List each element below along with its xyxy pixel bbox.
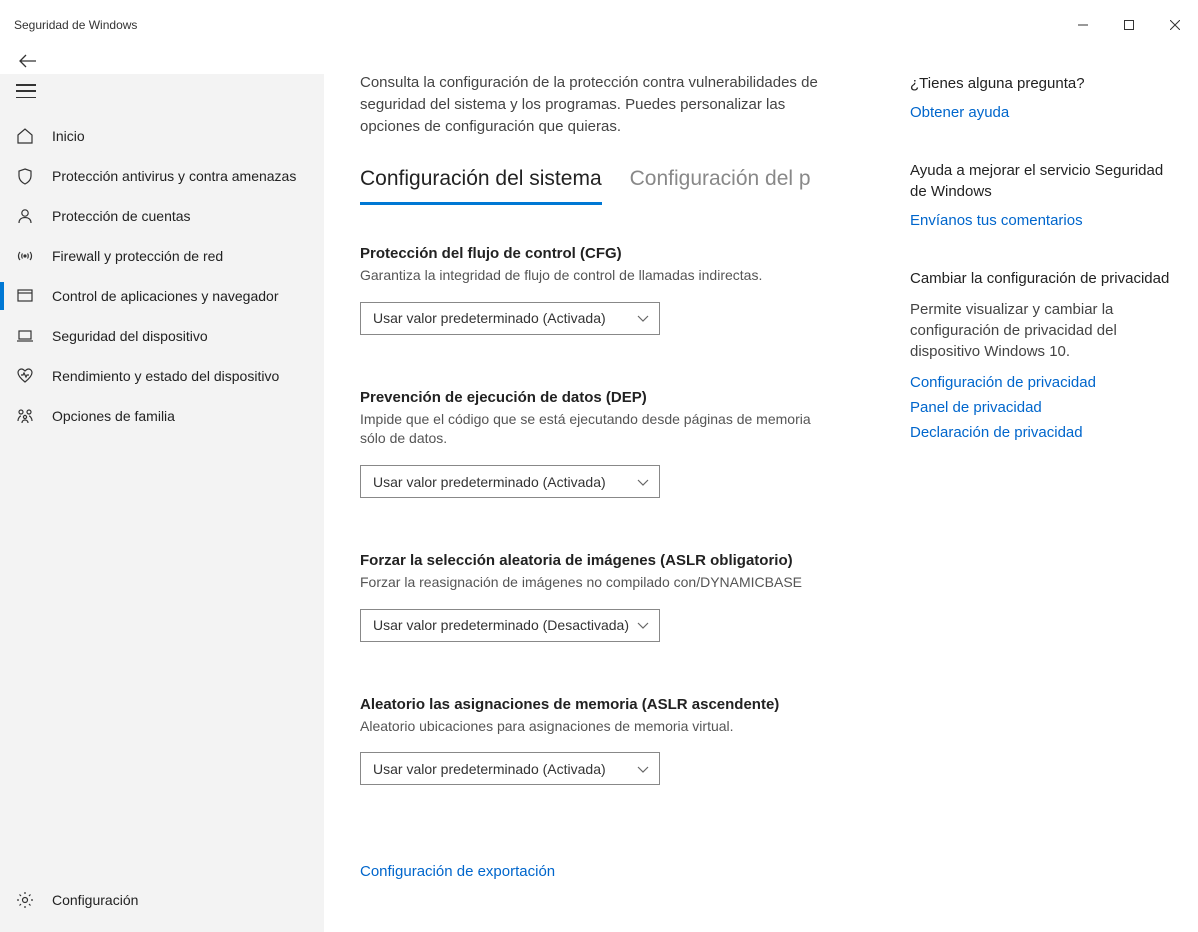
setting-aslr-bottomup: Aleatorio las asignaciones de memoria (A… bbox=[360, 696, 840, 786]
help-title: ¿Tienes alguna pregunta? bbox=[910, 74, 1170, 94]
setting-title: Aleatorio las asignaciones de memoria (A… bbox=[360, 696, 840, 713]
window-icon bbox=[16, 287, 34, 305]
dropdown-value: Usar valor predeterminado (Desactivada) bbox=[373, 617, 629, 633]
help-link[interactable]: Obtener ayuda bbox=[910, 104, 1170, 121]
tab-program-settings[interactable]: Configuración del p bbox=[630, 167, 811, 205]
sidebar-item-label: Inicio bbox=[52, 128, 85, 144]
setting-description: Aleatorio ubicaciones para asignaciones … bbox=[360, 717, 840, 737]
person-icon bbox=[16, 207, 34, 225]
tabs: Configuración del sistema Configuración … bbox=[360, 167, 850, 205]
export-settings-link[interactable]: Configuración de exportación bbox=[360, 863, 555, 880]
antenna-icon bbox=[16, 247, 34, 265]
dropdown-dep[interactable]: Usar valor predeterminado (Activada) bbox=[360, 465, 660, 498]
home-icon bbox=[16, 127, 34, 145]
close-button[interactable] bbox=[1152, 9, 1198, 41]
setting-aslr-force: Forzar la selección aleatoria de imágene… bbox=[360, 552, 840, 642]
improve-title: Ayuda a mejorar el servicio Seguridad de… bbox=[910, 161, 1170, 202]
feedback-link[interactable]: Envíanos tus comentarios bbox=[910, 212, 1170, 229]
main-area: Protección contra vulnerabilidades Consu… bbox=[324, 0, 1198, 932]
dropdown-aslr-bottomup[interactable]: Usar valor predeterminado (Activada) bbox=[360, 752, 660, 785]
sidebar-item-label: Control de aplicaciones y navegador bbox=[52, 288, 278, 304]
chevron-down-icon bbox=[637, 310, 649, 326]
setting-cfg: Protección del flujo de control (CFG) Ga… bbox=[360, 245, 840, 335]
privacy-description: Permite visualizar y cambiar la configur… bbox=[910, 299, 1170, 362]
minimize-button[interactable] bbox=[1060, 9, 1106, 41]
sidebar-item-label: Rendimiento y estado del dispositivo bbox=[52, 368, 279, 384]
page-description: Consulta la configuración de la protecci… bbox=[360, 72, 830, 137]
sidebar-item-label: Protección antivirus y contra amenazas bbox=[52, 168, 296, 184]
sidebar-item-device-security[interactable]: Seguridad del dispositivo bbox=[0, 316, 324, 356]
setting-dep: Prevención de ejecución de datos (DEP) I… bbox=[360, 389, 840, 498]
privacy-panel-link[interactable]: Panel de privacidad bbox=[910, 399, 1170, 416]
dropdown-value: Usar valor predeterminado (Activada) bbox=[373, 761, 606, 777]
sidebar-item-firewall[interactable]: Firewall y protección de red bbox=[0, 236, 324, 276]
window-title: Seguridad de Windows bbox=[14, 18, 137, 32]
chevron-down-icon bbox=[637, 617, 649, 633]
privacy-title: Cambiar la configuración de privacidad bbox=[910, 269, 1170, 289]
right-column: ¿Tienes alguna pregunta? Obtener ayuda A… bbox=[910, 28, 1170, 853]
sidebar-item-antivirus[interactable]: Protección antivirus y contra amenazas bbox=[0, 156, 324, 196]
gear-icon bbox=[16, 891, 34, 909]
setting-description: Impide que el código que se está ejecuta… bbox=[360, 410, 840, 449]
sidebar-item-family[interactable]: Opciones de familia bbox=[0, 396, 324, 436]
privacy-settings-link[interactable]: Configuración de privacidad bbox=[910, 374, 1170, 391]
setting-title: Forzar la selección aleatoria de imágene… bbox=[360, 552, 840, 569]
setting-description: Garantiza la integridad de flujo de cont… bbox=[360, 266, 840, 286]
chevron-down-icon bbox=[637, 474, 649, 490]
setting-description: Forzar la reasignación de imágenes no co… bbox=[360, 573, 840, 593]
tab-system-settings[interactable]: Configuración del sistema bbox=[360, 167, 602, 205]
shield-icon bbox=[16, 167, 34, 185]
maximize-button[interactable] bbox=[1106, 9, 1152, 41]
back-button[interactable] bbox=[16, 49, 40, 73]
laptop-icon bbox=[16, 327, 34, 345]
dropdown-aslr-force[interactable]: Usar valor predeterminado (Desactivada) bbox=[360, 609, 660, 642]
dropdown-value: Usar valor predeterminado (Activada) bbox=[373, 310, 606, 326]
sidebar-item-label: Seguridad del dispositivo bbox=[52, 328, 208, 344]
setting-title: Prevención de ejecución de datos (DEP) bbox=[360, 389, 840, 406]
sidebar-item-performance[interactable]: Rendimiento y estado del dispositivo bbox=[0, 356, 324, 396]
heart-icon bbox=[16, 367, 34, 385]
dropdown-value: Usar valor predeterminado (Activada) bbox=[373, 474, 606, 490]
sidebar: Inicio Protección antivirus y contra ame… bbox=[0, 0, 324, 932]
chevron-down-icon bbox=[637, 761, 649, 777]
sidebar-item-label: Configuración bbox=[52, 892, 138, 908]
sidebar-item-home[interactable]: Inicio bbox=[0, 116, 324, 156]
hamburger-button[interactable] bbox=[16, 84, 36, 98]
family-icon bbox=[16, 407, 34, 425]
sidebar-item-label: Firewall y protección de red bbox=[52, 248, 223, 264]
sidebar-item-label: Protección de cuentas bbox=[52, 208, 191, 224]
sidebar-item-app-browser[interactable]: Control de aplicaciones y navegador bbox=[0, 276, 324, 316]
dropdown-cfg[interactable]: Usar valor predeterminado (Activada) bbox=[360, 302, 660, 335]
privacy-declaration-link[interactable]: Declaración de privacidad bbox=[910, 424, 1170, 441]
setting-title: Protección del flujo de control (CFG) bbox=[360, 245, 840, 262]
sidebar-item-accounts[interactable]: Protección de cuentas bbox=[0, 196, 324, 236]
sidebar-item-settings[interactable]: Configuración bbox=[0, 880, 324, 920]
sidebar-item-label: Opciones de familia bbox=[52, 408, 175, 424]
